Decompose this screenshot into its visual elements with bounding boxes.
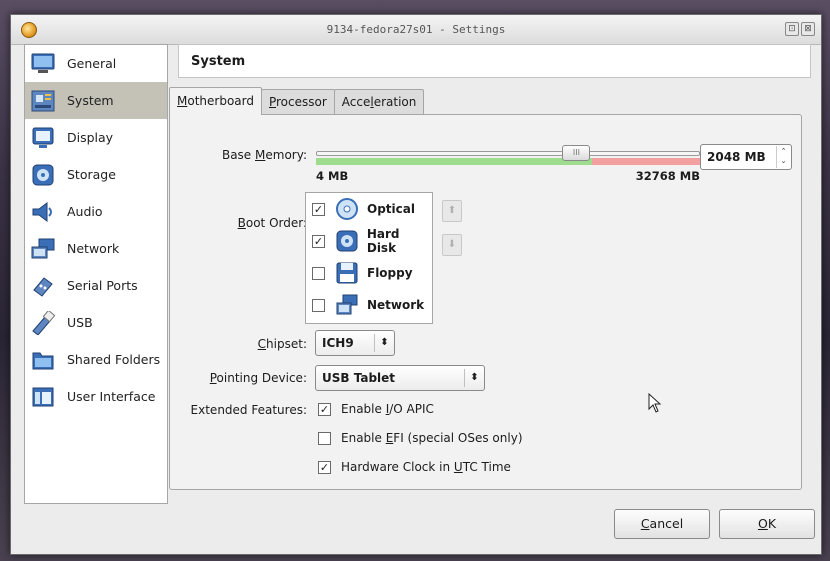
sidebar-item-usb[interactable]: USB — [25, 304, 167, 341]
boot-order-list[interactable]: ✓ Optical ✓ Hard Disk Floppy Network — [305, 192, 433, 324]
io-apic-option[interactable]: ✓ Enable I/O APIC — [318, 402, 434, 416]
boot-hard-disk-checkbox[interactable]: ✓ — [312, 234, 325, 248]
sidebar-item-general[interactable]: General — [25, 45, 167, 82]
disk-icon — [29, 162, 57, 188]
recommended-range — [316, 158, 593, 165]
list-item[interactable]: ✓ Hard Disk — [306, 225, 432, 257]
chevron-updown-icon: ⬍ — [464, 369, 484, 387]
settings-category-list: General System Display Storage Audio Net… — [24, 44, 168, 504]
chipset-label: Chipset: — [257, 337, 307, 351]
tab-processor[interactable]: Processor — [260, 89, 335, 115]
ui-icon — [29, 384, 57, 410]
list-item[interactable]: Network — [306, 289, 432, 321]
sidebar-item-system[interactable]: System — [25, 82, 167, 119]
chipset-value: ICH9 — [322, 336, 354, 350]
maximize-button[interactable]: ⊡ — [785, 22, 799, 36]
list-item[interactable]: Floppy — [306, 257, 432, 289]
folder-icon — [29, 347, 57, 373]
boot-floppy-checkbox[interactable] — [312, 266, 325, 280]
monitor-icon — [29, 51, 57, 77]
efi-label: Enable EFI (special OSes only) — [341, 431, 523, 445]
excess-range — [592, 158, 700, 165]
floppy-icon — [335, 261, 359, 285]
boot-optical-checkbox[interactable]: ✓ — [312, 202, 325, 216]
io-apic-checkbox[interactable]: ✓ — [318, 402, 331, 416]
network-icon — [29, 236, 57, 262]
efi-checkbox[interactable] — [318, 431, 331, 445]
sidebar-item-label: User Interface — [67, 389, 156, 404]
close-button[interactable]: ⊠ — [801, 22, 815, 36]
sidebar-item-user-interface[interactable]: User Interface — [25, 378, 167, 415]
boot-order-label: Boot Order: — [237, 216, 307, 230]
boot-item-label: Network — [367, 298, 425, 312]
display-icon — [29, 125, 57, 151]
network-icon — [335, 293, 359, 317]
sidebar-item-label: Display — [67, 130, 114, 145]
base-memory-label: Base Memory: — [221, 148, 307, 162]
memory-max-label: 32768 MB — [635, 169, 700, 183]
title-bar[interactable]: 9134-fedora27s01 - Settings ⊡ ⊠ — [11, 15, 821, 45]
page-title: System — [178, 44, 811, 78]
sidebar-item-label: General — [67, 56, 117, 71]
base-memory-slider-thumb[interactable]: III — [562, 145, 591, 161]
sidebar-item-label: Serial Ports — [67, 278, 138, 293]
tab-motherboard[interactable]: Motherboard — [169, 87, 262, 115]
base-memory-spinbox[interactable]: 2048 MB ⌃ ⌄ — [700, 144, 792, 170]
sidebar-item-label: Audio — [67, 204, 103, 219]
io-apic-label: Enable I/O APIC — [341, 402, 434, 416]
sidebar-item-label: System — [67, 93, 114, 108]
base-memory-scale — [316, 158, 700, 165]
tab-acceleration[interactable]: Acceleration — [333, 89, 425, 115]
motherboard-panel: Base Memory: III 4 MB 32768 MB 2048 MB ⌃… — [169, 114, 802, 490]
utc-clock-option[interactable]: ✓ Hardware Clock in UTC Time — [318, 460, 511, 474]
spin-arrows[interactable]: ⌃ ⌄ — [776, 146, 790, 168]
pointing-device-select[interactable]: USB Tablet ⬍ — [315, 365, 485, 391]
window-title: 9134-fedora27s01 - Settings — [326, 23, 506, 36]
sidebar-item-label: USB — [67, 315, 93, 330]
cancel-button[interactable]: Cancel — [614, 509, 710, 539]
hard-disk-icon — [335, 229, 359, 253]
utc-clock-label: Hardware Clock in UTC Time — [341, 460, 511, 474]
boot-item-label: Hard Disk — [366, 227, 400, 255]
base-memory-slider-track[interactable] — [316, 151, 700, 156]
ok-button[interactable]: OK — [719, 509, 815, 539]
sidebar-item-serial-ports[interactable]: Serial Ports — [25, 267, 167, 304]
mouse-cursor-icon — [648, 392, 662, 416]
pointing-device-value: USB Tablet — [322, 371, 396, 385]
efi-option[interactable]: Enable EFI (special OSes only) — [318, 431, 523, 445]
boot-item-label: Optical — [367, 202, 415, 216]
pointing-device-label: Pointing Device: — [209, 371, 307, 385]
tab-bar: Motherboard Processor Acceleration — [169, 87, 425, 115]
move-up-button[interactable]: ⬆ — [442, 200, 462, 222]
chevron-updown-icon: ⬍ — [374, 334, 394, 352]
sidebar-item-label: Storage — [67, 167, 116, 182]
speaker-icon — [29, 199, 57, 225]
utc-clock-checkbox[interactable]: ✓ — [318, 460, 331, 474]
sidebar-item-label: Shared Folders — [67, 352, 161, 367]
sidebar-item-network[interactable]: Network — [25, 230, 167, 267]
sidebar-item-display[interactable]: Display — [25, 119, 167, 156]
base-memory-value: 2048 MB — [707, 150, 766, 164]
boot-item-label: Floppy — [367, 266, 413, 280]
sidebar-item-shared-folders[interactable]: Shared Folders — [25, 341, 167, 378]
boot-network-checkbox[interactable] — [312, 298, 325, 312]
sidebar-item-storage[interactable]: Storage — [25, 156, 167, 193]
sidebar-item-audio[interactable]: Audio — [25, 193, 167, 230]
usb-icon — [29, 310, 57, 336]
chipset-select[interactable]: ICH9 ⬍ — [315, 330, 395, 356]
motherboard-icon — [29, 88, 57, 114]
sidebar-item-label: Network — [67, 241, 120, 256]
serial-port-icon — [29, 273, 57, 299]
extended-features-label: Extended Features: — [190, 403, 307, 417]
move-down-button[interactable]: ⬇ — [442, 234, 462, 256]
optical-disc-icon — [335, 197, 359, 221]
list-item[interactable]: ✓ Optical — [306, 193, 432, 225]
memory-min-label: 4 MB — [316, 169, 349, 183]
